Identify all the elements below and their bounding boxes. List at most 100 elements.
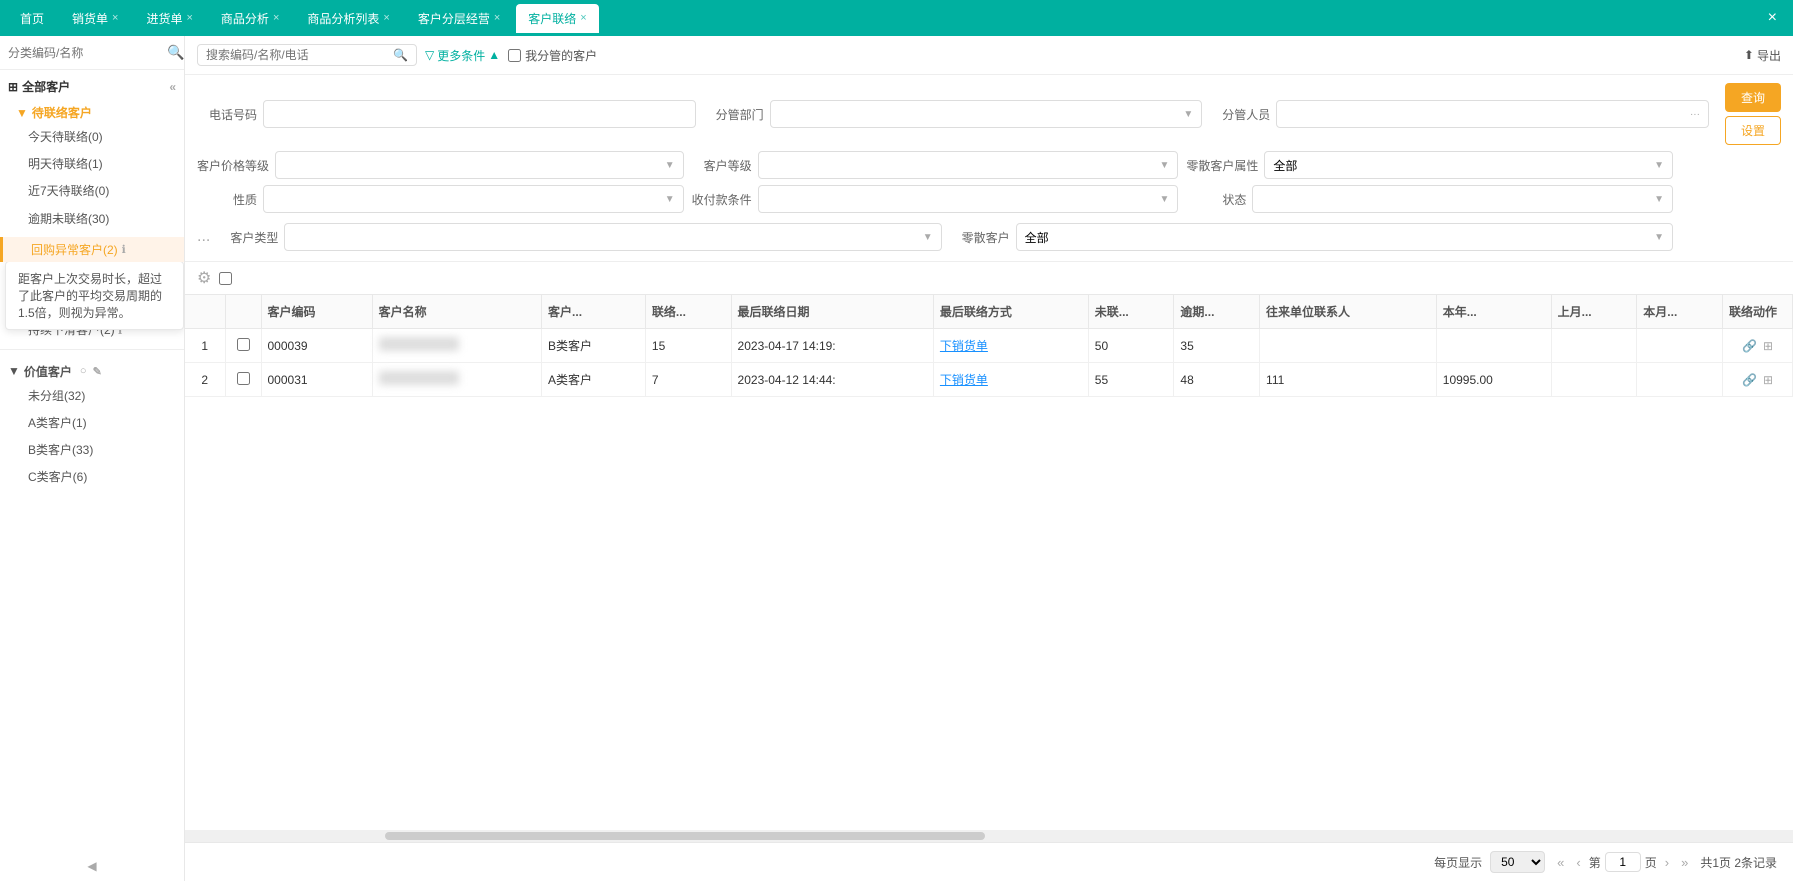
- row1-last-method-value[interactable]: 下销货单: [940, 339, 988, 353]
- row2-grid-icon[interactable]: ⊞: [1763, 373, 1773, 387]
- th-this-month[interactable]: 本月...: [1637, 295, 1723, 329]
- row1-overdue: 35: [1174, 329, 1260, 363]
- row1-link-icon[interactable]: 🔗: [1742, 339, 1757, 353]
- close-customer-contact-icon[interactable]: ×: [580, 12, 586, 24]
- main-search-icon[interactable]: 🔍: [393, 48, 408, 62]
- row2-level-value: A类客户: [548, 373, 592, 387]
- sidebar-item-7days[interactable]: 近7天待联络(0): [0, 178, 184, 205]
- th-contacts-person[interactable]: 往来单位联系人: [1260, 295, 1437, 329]
- th-last-month[interactable]: 上月...: [1551, 295, 1637, 329]
- row2-check[interactable]: [225, 363, 261, 397]
- value-group-add-icon[interactable]: ✎: [93, 365, 102, 378]
- my-customers-checkbox-wrap[interactable]: 我分管的客户: [508, 47, 597, 64]
- nav-tab-analysis[interactable]: 商品分析 ×: [209, 4, 291, 33]
- status-select[interactable]: ▼: [1252, 185, 1673, 213]
- per-page-select[interactable]: 50 20 100: [1490, 851, 1545, 873]
- first-page-btn[interactable]: «: [1553, 853, 1568, 872]
- repurchase-info-icon[interactable]: ℹ: [122, 243, 126, 256]
- row1-name[interactable]: [372, 329, 541, 363]
- payment-select[interactable]: ▼: [758, 185, 1179, 213]
- th-level[interactable]: 客户...: [542, 295, 646, 329]
- th-overdue[interactable]: 逾期...: [1174, 295, 1260, 329]
- price-level-select[interactable]: ▼: [275, 151, 684, 179]
- my-customers-checkbox[interactable]: [508, 49, 521, 62]
- more-dots[interactable]: ...: [197, 228, 210, 246]
- prev-page-btn[interactable]: ‹: [1572, 853, 1584, 872]
- close-purchase-icon[interactable]: ×: [186, 12, 192, 24]
- row1-checkbox[interactable]: [237, 338, 250, 351]
- sidebar-item-ungrouped[interactable]: 未分组(32): [0, 383, 184, 410]
- sidebar-item-a-class[interactable]: A类客户(1): [0, 410, 184, 437]
- page-input[interactable]: [1605, 852, 1641, 872]
- th-unreached[interactable]: 未联...: [1088, 295, 1174, 329]
- nav-tab-customer-segment[interactable]: 客户分层经营 ×: [406, 4, 512, 33]
- row2-last-method[interactable]: 下销货单: [933, 363, 1088, 397]
- dept-select[interactable]: ▼: [770, 100, 1203, 128]
- sidebar-item-overdue[interactable]: 逾期未联络(30): [0, 206, 184, 233]
- close-customer-segment-icon[interactable]: ×: [494, 12, 500, 24]
- customer-type-select[interactable]: ▼: [284, 223, 941, 251]
- row2-actions[interactable]: 🔗 ⊞: [1723, 363, 1793, 397]
- sidebar-bottom-arrow[interactable]: ◀: [0, 859, 184, 873]
- sidebar-item-today[interactable]: 今天待联络(0): [0, 124, 184, 151]
- nav-tab-analysis-list[interactable]: 商品分析列表 ×: [295, 4, 401, 33]
- nature-select[interactable]: ▼: [263, 185, 684, 213]
- row1-level-value: B类客户: [548, 339, 592, 353]
- retail-select[interactable]: 全部 ▼: [1016, 223, 1673, 251]
- last-page-btn[interactable]: »: [1677, 853, 1692, 872]
- scroll-thumb[interactable]: [385, 832, 985, 840]
- close-all-button[interactable]: ×: [1760, 5, 1785, 31]
- th-this-year[interactable]: 本年...: [1436, 295, 1551, 329]
- sidebar-item-repurchase[interactable]: 回购异常客户(2) ℹ: [0, 237, 184, 262]
- total-records-info: 共1页 2条记录: [1700, 854, 1777, 871]
- th-last-date[interactable]: 最后联络日期: [731, 295, 933, 329]
- nav-tab-home[interactable]: 首页: [8, 4, 56, 33]
- nature-label: 性质: [197, 191, 257, 208]
- retail-attr-select[interactable]: 全部 ▼: [1264, 151, 1673, 179]
- row1-check[interactable]: [225, 329, 261, 363]
- phone-input[interactable]: [263, 100, 696, 128]
- horizontal-scrollbar[interactable]: [185, 830, 1793, 842]
- value-group-edit-icon[interactable]: ○: [80, 365, 87, 377]
- sidebar-item-b-class[interactable]: B类客户(33): [0, 437, 184, 464]
- more-conditions-btn[interactable]: ▽ 更多条件 ▲: [425, 47, 500, 64]
- export-button[interactable]: ⬆ 导出: [1744, 47, 1781, 64]
- sidebar-collapse-icon[interactable]: «: [169, 80, 176, 94]
- close-analysis-list-icon[interactable]: ×: [383, 12, 389, 24]
- next-page-btn[interactable]: ›: [1661, 853, 1673, 872]
- table-settings-icon[interactable]: ⚙: [197, 268, 211, 288]
- row1-actions[interactable]: 🔗 ⊞: [1723, 329, 1793, 363]
- row2-code[interactable]: 000031: [261, 363, 372, 397]
- th-last-method[interactable]: 最后联络方式: [933, 295, 1088, 329]
- main-search-input[interactable]: [206, 48, 389, 62]
- customer-level-select[interactable]: ▼: [758, 151, 1179, 179]
- nav-tab-purchase[interactable]: 进货单 ×: [134, 4, 204, 33]
- select-all-checkbox[interactable]: [219, 272, 232, 285]
- row2-name-value: [379, 371, 459, 385]
- row2-name[interactable]: [372, 363, 541, 397]
- manager-select[interactable]: ···: [1276, 100, 1709, 128]
- sidebar-item-c-class[interactable]: C类客户(6): [0, 464, 184, 491]
- th-name[interactable]: 客户名称: [372, 295, 541, 329]
- filter-cell-nature: 性质 ▼: [197, 185, 684, 213]
- row1-grid-icon[interactable]: ⊞: [1763, 339, 1773, 353]
- retail-attr-label: 零散客户属性: [1186, 157, 1258, 174]
- sidebar-search-input[interactable]: [8, 46, 163, 60]
- pending-group-header[interactable]: ▼ 待联络客户: [0, 99, 184, 124]
- settings-button[interactable]: 设置: [1725, 116, 1781, 145]
- close-sales-icon[interactable]: ×: [112, 12, 118, 24]
- row2-checkbox[interactable]: [237, 372, 250, 385]
- row1-last-method[interactable]: 下销货单: [933, 329, 1088, 363]
- row2-last-method-value[interactable]: 下销货单: [940, 373, 988, 387]
- close-analysis-icon[interactable]: ×: [273, 12, 279, 24]
- nav-tab-sales[interactable]: 销货单 ×: [60, 4, 130, 33]
- row2-link-icon[interactable]: 🔗: [1742, 373, 1757, 387]
- nav-tab-customer-contact[interactable]: 客户联络 ×: [516, 4, 598, 33]
- row1-code[interactable]: 000039: [261, 329, 372, 363]
- value-group-header[interactable]: ▼ 价值客户 ○ ✎: [0, 358, 184, 383]
- th-code[interactable]: 客户编码: [261, 295, 372, 329]
- query-button[interactable]: 查询: [1725, 83, 1781, 112]
- th-contacts[interactable]: 联络...: [645, 295, 731, 329]
- sidebar-search-icon[interactable]: 🔍: [167, 44, 184, 61]
- sidebar-item-tomorrow[interactable]: 明天待联络(1): [0, 151, 184, 178]
